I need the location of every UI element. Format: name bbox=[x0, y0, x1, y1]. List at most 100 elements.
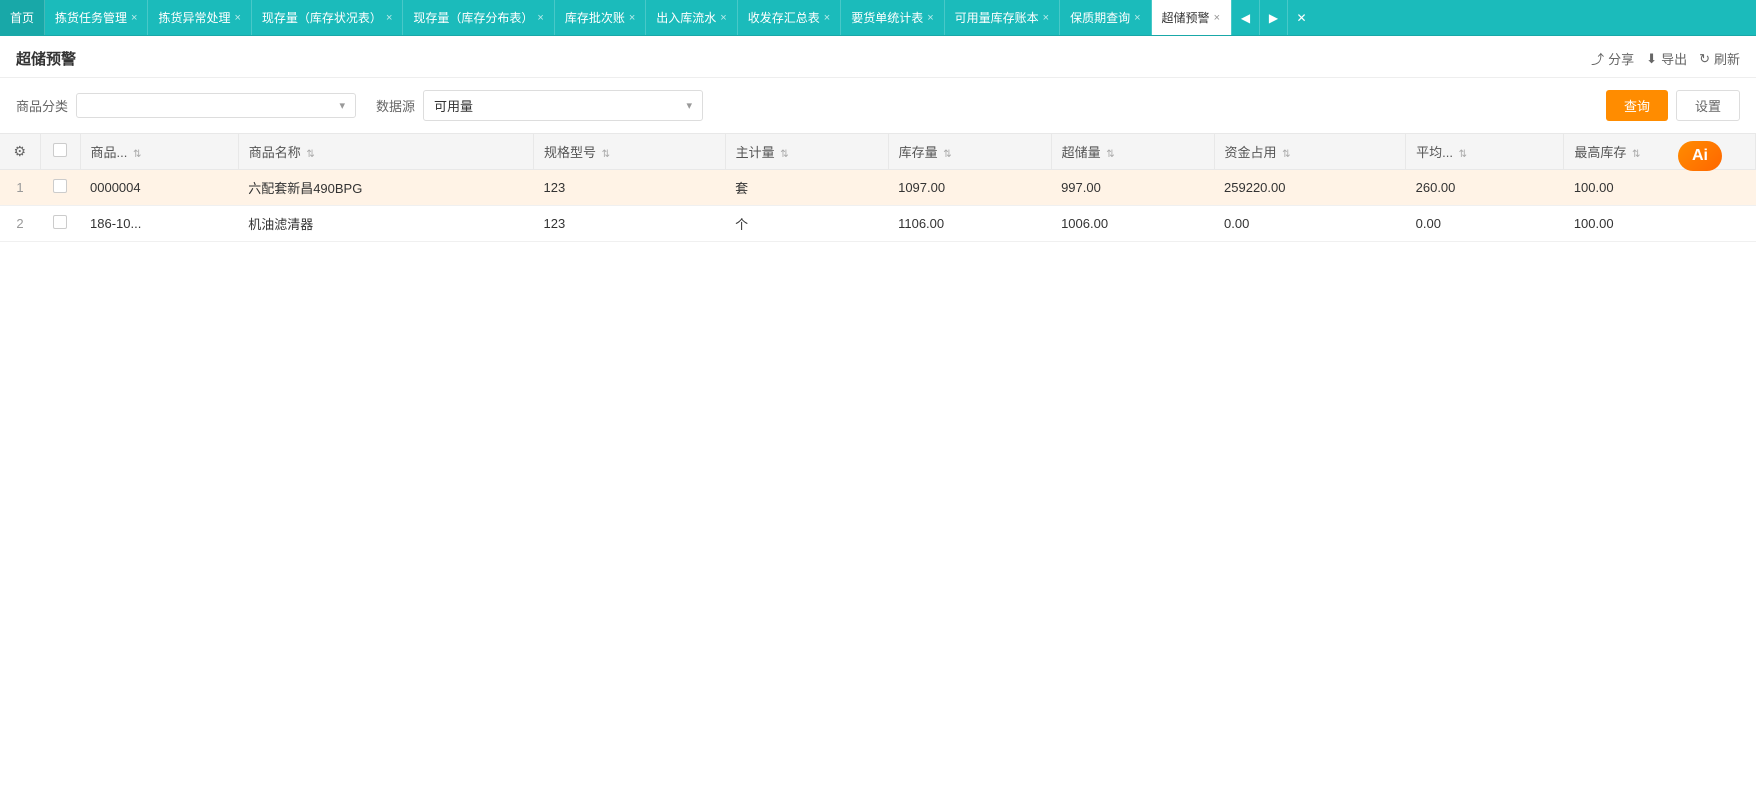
nav-tab-task-mgmt-close[interactable]: × bbox=[131, 12, 137, 24]
data-source-select[interactable]: 可用量 ▾ bbox=[423, 90, 703, 121]
nav-tab-abnormal-close[interactable]: × bbox=[234, 12, 240, 24]
cell-max-stock-1: 100.00 bbox=[1564, 206, 1756, 242]
data-source-chevron-icon: ▾ bbox=[687, 99, 693, 112]
th-product-code-sort-icon: ⇅ bbox=[133, 149, 141, 160]
nav-tab-order-stats-label: 要货单统计表 bbox=[851, 9, 923, 26]
nav-tab-inventory-dist-close[interactable]: × bbox=[537, 12, 543, 24]
nav-tab-recv-send[interactable]: 收发存汇总表 × bbox=[738, 0, 841, 36]
nav-arrow-right[interactable]: ▶ bbox=[1259, 0, 1287, 36]
nav-tab-task-mgmt-label: 拣货任务管理 bbox=[55, 9, 127, 26]
nav-tab-inventory-dist-label: 现存量（库存分布表） bbox=[413, 9, 533, 26]
th-product-code-label: 商品... bbox=[91, 145, 128, 160]
nav-tab-overstock-warning-close[interactable]: × bbox=[1214, 12, 1220, 24]
nav-tab-available-account-close[interactable]: × bbox=[1043, 12, 1049, 24]
product-category-filter: 商品分类 ▾ bbox=[16, 93, 356, 118]
nav-tab-inout-flow-label: 出入库流水 bbox=[656, 9, 716, 26]
select-all-checkbox[interactable] bbox=[53, 143, 67, 157]
th-spec-label: 规格型号 bbox=[544, 145, 596, 160]
nav-tab-overstock-warning[interactable]: 超储预警 × bbox=[1152, 0, 1231, 36]
data-source-label: 数据源 bbox=[376, 96, 415, 115]
th-overstock[interactable]: 超储量 ⇅ bbox=[1051, 134, 1214, 170]
cell-checkbox-0[interactable] bbox=[40, 170, 80, 206]
share-icon: ⤴ bbox=[1591, 49, 1604, 68]
th-stock-label: 库存量 bbox=[899, 145, 938, 160]
nav-tab-abnormal-label: 拣货异常处理 bbox=[158, 9, 230, 26]
cell-stock-1: 1106.00 bbox=[888, 206, 1051, 242]
page-title: 超储预警 bbox=[16, 48, 76, 69]
nav-tab-inout-flow-close[interactable]: × bbox=[720, 12, 726, 24]
product-category-label: 商品分类 bbox=[16, 96, 68, 115]
nav-tab-task-mgmt[interactable]: 拣货任务管理 × bbox=[45, 0, 148, 36]
th-product-name[interactable]: 商品名称 ⇅ bbox=[238, 134, 533, 170]
nav-tab-order-stats-close[interactable]: × bbox=[927, 12, 933, 24]
th-avg[interactable]: 平均... ⇅ bbox=[1406, 134, 1564, 170]
cell-product-code-1: 186-10... bbox=[80, 206, 238, 242]
gear-icon[interactable]: ⚙ bbox=[13, 143, 26, 159]
table-container: ⚙ 商品... ⇅ 商品名称 ⇅ 规格型号 ⇅ bbox=[0, 133, 1756, 242]
export-button[interactable]: ⬇ 导出 bbox=[1646, 49, 1687, 68]
th-max-stock[interactable]: 最高库存 ⇅ bbox=[1564, 134, 1756, 170]
cell-stock-0: 1097.00 bbox=[888, 170, 1051, 206]
export-label: 导出 bbox=[1661, 49, 1687, 68]
nav-tab-order-stats[interactable]: 要货单统计表 × bbox=[841, 0, 944, 36]
nav-tab-inventory-status-close[interactable]: × bbox=[386, 12, 392, 24]
nav-arrow-left[interactable]: ◀ bbox=[1231, 0, 1259, 36]
cell-product-name-1: 机油滤清器 bbox=[238, 206, 533, 242]
query-button[interactable]: 查询 bbox=[1606, 90, 1668, 121]
row-checkbox-1[interactable] bbox=[53, 215, 67, 229]
nav-tab-inventory-status[interactable]: 现存量（库存状况表） × bbox=[252, 0, 403, 36]
product-category-chevron-icon: ▾ bbox=[339, 99, 345, 112]
export-icon: ⬇ bbox=[1646, 51, 1657, 67]
th-stock[interactable]: 库存量 ⇅ bbox=[888, 134, 1051, 170]
nav-tab-batch-account[interactable]: 库存批次账 × bbox=[555, 0, 646, 36]
top-navigation: 首页 拣货任务管理 × 拣货异常处理 × 现存量（库存状况表） × 现存量（库存… bbox=[0, 0, 1756, 36]
th-overstock-label: 超储量 bbox=[1062, 145, 1101, 160]
th-unit-sort-icon: ⇅ bbox=[780, 149, 788, 160]
ai-badge[interactable]: Ai bbox=[1678, 141, 1722, 171]
th-overstock-sort-icon: ⇅ bbox=[1106, 149, 1114, 160]
cell-overstock-0: 997.00 bbox=[1051, 170, 1214, 206]
th-capital-occupied[interactable]: 资金占用 ⇅ bbox=[1214, 134, 1406, 170]
th-product-name-sort-icon: ⇅ bbox=[306, 149, 314, 160]
nav-tab-inout-flow[interactable]: 出入库流水 × bbox=[646, 0, 737, 36]
nav-tab-inventory-dist[interactable]: 现存量（库存分布表） × bbox=[403, 0, 554, 36]
product-category-select[interactable]: ▾ bbox=[76, 93, 356, 118]
refresh-label: 刷新 bbox=[1714, 49, 1740, 68]
cell-max-stock-0: 100.00 bbox=[1564, 170, 1756, 206]
nav-tab-home[interactable]: 首页 bbox=[0, 0, 45, 36]
nav-close-all[interactable]: ✕ bbox=[1287, 0, 1315, 36]
th-max-stock-label: 最高库存 bbox=[1574, 145, 1626, 160]
table-header-row: ⚙ 商品... ⇅ 商品名称 ⇅ 规格型号 ⇅ bbox=[0, 134, 1756, 170]
cell-capital-occupied-0: 259220.00 bbox=[1214, 170, 1406, 206]
th-spec[interactable]: 规格型号 ⇅ bbox=[534, 134, 726, 170]
table-row: 1 0000004 六配套新昌490BPG 123 套 1097.00 997.… bbox=[0, 170, 1756, 206]
nav-tab-abnormal[interactable]: 拣货异常处理 × bbox=[148, 0, 251, 36]
nav-tab-available-account-label: 可用量库存账本 bbox=[955, 9, 1039, 26]
cell-checkbox-1[interactable] bbox=[40, 206, 80, 242]
th-unit-label: 主计量 bbox=[736, 145, 775, 160]
nav-tab-available-account[interactable]: 可用量库存账本 × bbox=[945, 0, 1060, 36]
th-unit[interactable]: 主计量 ⇅ bbox=[725, 134, 888, 170]
th-product-code[interactable]: 商品... ⇅ bbox=[80, 134, 238, 170]
filter-buttons: 查询 设置 bbox=[1606, 90, 1740, 121]
filter-area: 商品分类 ▾ 数据源 可用量 ▾ 查询 设置 bbox=[0, 78, 1756, 133]
share-button[interactable]: ⤴ 分享 bbox=[1591, 49, 1634, 68]
cell-row-num-0: 1 bbox=[0, 170, 40, 206]
nav-tab-recv-send-close[interactable]: × bbox=[824, 12, 830, 24]
cell-unit-0: 套 bbox=[725, 170, 888, 206]
cell-unit-1: 个 bbox=[725, 206, 888, 242]
nav-tab-quality-period-close[interactable]: × bbox=[1134, 12, 1140, 24]
table-row: 2 186-10... 机油滤清器 123 个 1106.00 1006.00 … bbox=[0, 206, 1756, 242]
nav-tab-quality-period-label: 保质期查询 bbox=[1070, 9, 1130, 26]
page-header: 超储预警 ⤴ 分享 ⬇ 导出 ↻ 刷新 bbox=[0, 36, 1756, 78]
page-container: 超储预警 ⤴ 分享 ⬇ 导出 ↻ 刷新 商品分类 ▾ 数据源 bbox=[0, 36, 1756, 800]
row-checkbox-0[interactable] bbox=[53, 179, 67, 193]
th-capital-occupied-label: 资金占用 bbox=[1225, 145, 1277, 160]
nav-tab-batch-account-close[interactable]: × bbox=[629, 12, 635, 24]
refresh-button[interactable]: ↻ 刷新 bbox=[1699, 49, 1740, 68]
settings-button[interactable]: 设置 bbox=[1676, 90, 1740, 121]
cell-spec-1: 123 bbox=[534, 206, 726, 242]
th-gear[interactable]: ⚙ bbox=[0, 134, 40, 170]
nav-tab-quality-period[interactable]: 保质期查询 × bbox=[1060, 0, 1151, 36]
nav-tab-home-label: 首页 bbox=[10, 9, 34, 26]
